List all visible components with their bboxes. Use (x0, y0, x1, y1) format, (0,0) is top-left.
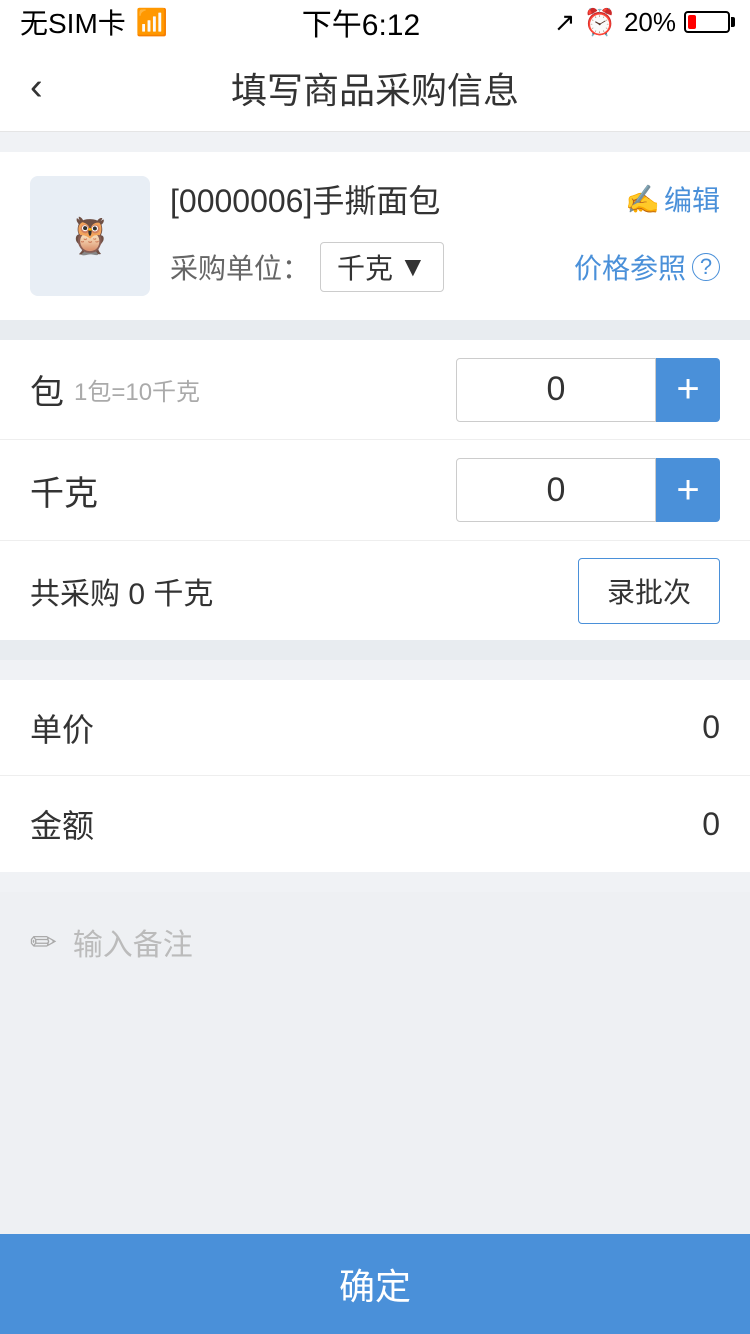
bag-sublabel: 1包=10千克 (74, 372, 200, 407)
product-image: 🦉 (30, 176, 150, 296)
pencil-icon: ✏ (30, 923, 57, 961)
price-ref-label: 价格参照 (574, 247, 686, 287)
unit-select[interactable]: 千克 ▼ (320, 242, 444, 292)
amount-row: 金额 0 (0, 776, 750, 872)
kg-plus-button[interactable]: + (656, 458, 720, 522)
unit-price-label: 单价 (30, 705, 94, 751)
remark-placeholder: 输入备注 (73, 920, 193, 964)
location-icon: ↗ (554, 7, 576, 38)
edit-button[interactable]: ✍ 编辑 (625, 179, 720, 219)
unit-price-row: 单价 0 (0, 680, 750, 776)
price-info-section: 单价 0 金额 0 (0, 680, 750, 872)
price-ref-button[interactable]: 价格参照 ? (574, 247, 720, 287)
edit-icon: ✍ (625, 183, 660, 216)
bag-number-input[interactable] (456, 358, 656, 422)
status-bar: 无SIM卡 📶 下午6:12 ↗ ⏰ 20% (0, 0, 750, 44)
nav-bar: ‹ 填写商品采购信息 (0, 44, 750, 132)
amount-value: 0 (702, 806, 720, 843)
kg-label: 千克 (30, 466, 98, 515)
bag-input-control: + (456, 358, 720, 422)
section-divider-2 (0, 640, 750, 660)
batch-button[interactable]: 录批次 (578, 558, 720, 624)
battery-icon (684, 11, 730, 33)
time-label: 下午6:12 (302, 0, 420, 44)
kg-input-control: + (456, 458, 720, 522)
kg-number-input[interactable] (456, 458, 656, 522)
help-icon: ? (692, 253, 720, 281)
bag-label: 包 (30, 365, 64, 414)
status-left: 无SIM卡 📶 (20, 2, 168, 42)
section-divider-1 (0, 320, 750, 340)
edit-label: 编辑 (664, 179, 720, 219)
back-button[interactable]: ‹ (30, 66, 43, 109)
status-right: ↗ ⏰ 20% (554, 7, 730, 38)
product-logo: 🦉 (68, 215, 113, 257)
page-title: 填写商品采购信息 (231, 62, 519, 114)
unit-label-text: 采购单位： (170, 247, 310, 287)
unit-price-value: 0 (702, 709, 720, 746)
product-header: [0000006]手撕面包 ✍ 编辑 (170, 176, 720, 222)
total-label: 共采购 0 千克 (30, 569, 213, 613)
carrier-label: 无SIM卡 (20, 2, 126, 42)
bag-plus-button[interactable]: + (656, 358, 720, 422)
confirm-button[interactable]: 确定 (0, 1234, 750, 1334)
bag-input-row: 包 1包=10千克 + (0, 340, 750, 440)
input-section: 包 1包=10千克 + 千克 + (0, 340, 750, 540)
remark-section[interactable]: ✏ 输入备注 (0, 892, 750, 992)
battery-percent: 20% (624, 7, 676, 38)
total-row: 共采购 0 千克 录批次 (0, 540, 750, 640)
wifi-icon: 📶 (136, 7, 168, 38)
unit-value: 千克 (337, 247, 393, 287)
chevron-down-icon: ▼ (399, 251, 427, 283)
product-info: [0000006]手撕面包 ✍ 编辑 采购单位： 千克 ▼ 价格参照 ? (170, 176, 720, 292)
product-card: 🦉 [0000006]手撕面包 ✍ 编辑 采购单位： 千克 ▼ 价格参照 ? (0, 152, 750, 320)
product-unit-row: 采购单位： 千克 ▼ 价格参照 ? (170, 242, 720, 292)
alarm-icon: ⏰ (584, 7, 616, 38)
kg-input-row: 千克 + (0, 440, 750, 540)
product-name: [0000006]手撕面包 (170, 176, 440, 222)
amount-label: 金额 (30, 801, 94, 847)
unit-label: 采购单位： 千克 ▼ (170, 242, 444, 292)
